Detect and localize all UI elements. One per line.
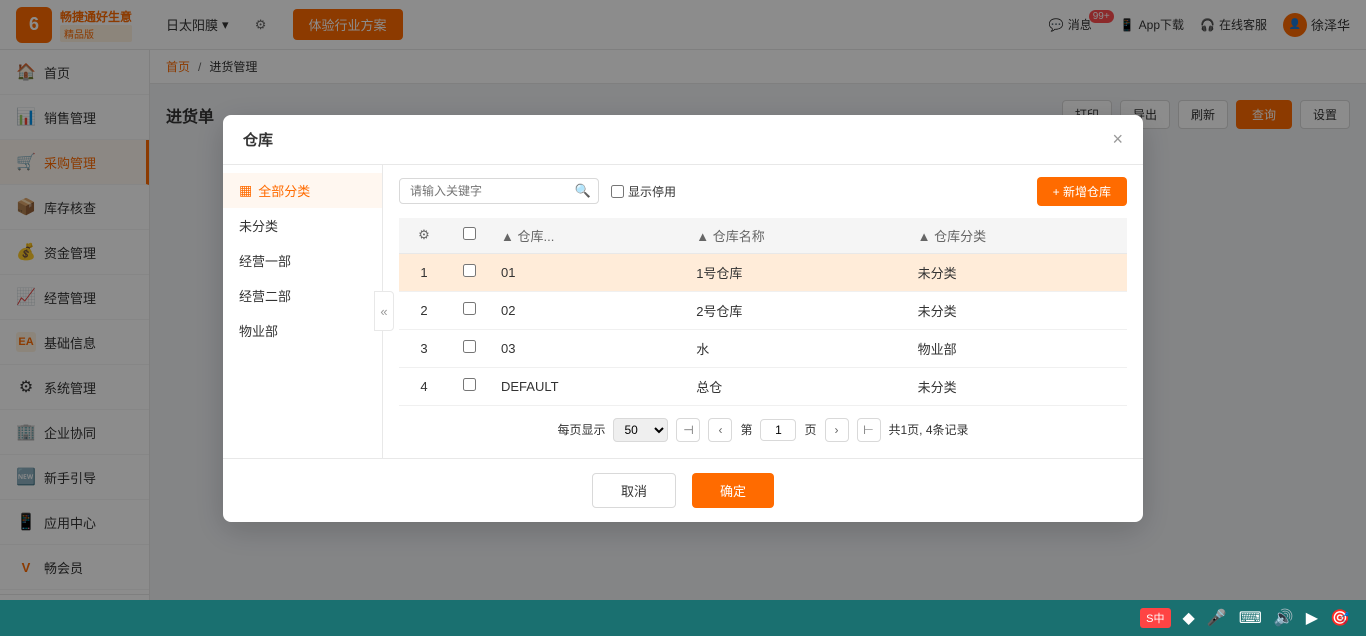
- row-name-1: 1号仓库: [684, 253, 905, 291]
- settings-col-icon[interactable]: ⚙: [418, 227, 430, 242]
- col-check: [449, 218, 489, 254]
- search-bar: 🔍 显示停用 + 新增仓库: [399, 177, 1127, 206]
- category-all[interactable]: ▦ 全部分类: [223, 173, 382, 208]
- total-info: 共1页, 4条记录: [889, 421, 969, 438]
- add-warehouse-button[interactable]: + 新增仓库: [1037, 177, 1127, 206]
- show-disabled-checkbox[interactable]: [611, 185, 624, 198]
- play-icon[interactable]: ▶: [1306, 608, 1318, 628]
- category-dept1[interactable]: 经营一部: [223, 243, 382, 278]
- category-panel: ▦ 全部分类 未分类 经营一部 经营二部 物业部 «: [223, 165, 383, 458]
- content-panel: 🔍 显示停用 + 新增仓库 ⚙: [383, 165, 1143, 458]
- row-check-2[interactable]: [449, 291, 489, 329]
- prev-page-button[interactable]: ‹: [708, 418, 732, 442]
- next-page-button[interactable]: ›: [825, 418, 849, 442]
- row-name-4: 总仓: [684, 367, 905, 405]
- row-name-2: 2号仓库: [684, 291, 905, 329]
- modal-footer: 取消 确定: [223, 458, 1143, 522]
- modal-header: 仓库 ×: [223, 115, 1143, 165]
- col-category: ▲ 仓库分类: [906, 218, 1127, 254]
- warehouse-modal: 仓库 × ▦ 全部分类 未分类 经营一部 经营二部: [223, 115, 1143, 522]
- col-name: ▲ 仓库名称: [684, 218, 905, 254]
- s-icon[interactable]: S中: [1140, 608, 1170, 628]
- table-container: ⚙ ▲ 仓库... ▲ 仓库名称: [399, 218, 1127, 406]
- target-icon[interactable]: 🎯: [1330, 608, 1350, 628]
- diamond-icon[interactable]: ◆: [1183, 608, 1195, 628]
- row-category-4: 未分类: [906, 367, 1127, 405]
- row-code-4: DEFAULT: [489, 367, 684, 405]
- row-check-1[interactable]: [449, 253, 489, 291]
- row-settings-1: 1: [399, 253, 449, 291]
- row-name-3: 水: [684, 329, 905, 367]
- modal-close-button[interactable]: ×: [1112, 130, 1123, 148]
- row-check-4[interactable]: [449, 367, 489, 405]
- modal-body: ▦ 全部分类 未分类 经营一部 经营二部 物业部 «: [223, 165, 1143, 458]
- row-category-1: 未分类: [906, 253, 1127, 291]
- table-row[interactable]: 1 01 1号仓库 未分类: [399, 253, 1127, 291]
- row-settings-2: 2: [399, 291, 449, 329]
- row-code-2: 02: [489, 291, 684, 329]
- search-icon[interactable]: 🔍: [575, 183, 591, 199]
- show-disabled-label[interactable]: 显示停用: [611, 183, 676, 200]
- grid-icon: ▦: [239, 182, 252, 199]
- row-code-3: 03: [489, 329, 684, 367]
- category-dept2[interactable]: 经营二部: [223, 278, 382, 313]
- table-row[interactable]: 2 02 2号仓库 未分类: [399, 291, 1127, 329]
- warehouse-table: ⚙ ▲ 仓库... ▲ 仓库名称: [399, 218, 1127, 406]
- row-settings-4: 4: [399, 367, 449, 405]
- page-input[interactable]: [760, 419, 796, 441]
- mic-icon[interactable]: 🎤: [1207, 608, 1227, 628]
- cancel-button[interactable]: 取消: [592, 473, 676, 508]
- modal-overlay: 仓库 × ▦ 全部分类 未分类 经营一部 经营二部: [0, 0, 1366, 636]
- select-all-checkbox[interactable]: [463, 227, 476, 240]
- bottom-bar: S中 ◆ 🎤 ⌨ 🔊 ▶ 🎯: [0, 600, 1366, 636]
- row-settings-3: 3: [399, 329, 449, 367]
- search-input[interactable]: [399, 178, 599, 204]
- category-collapse-button[interactable]: «: [374, 291, 394, 331]
- category-unclassified[interactable]: 未分类: [223, 208, 382, 243]
- pagination: 每页显示 50 20 100 ⊣ ‹ 第 页 › ⊢ 共1页, 4条记录: [399, 406, 1127, 446]
- table-header: ⚙ ▲ 仓库... ▲ 仓库名称: [399, 218, 1127, 254]
- col-code: ▲ 仓库...: [489, 218, 684, 254]
- first-page-button[interactable]: ⊣: [676, 418, 700, 442]
- row-category-3: 物业部: [906, 329, 1127, 367]
- table-row[interactable]: 3 03 水 物业部: [399, 329, 1127, 367]
- table-body: 1 01 1号仓库 未分类 2 02 2号仓库: [399, 253, 1127, 405]
- speaker-bottom-icon[interactable]: 🔊: [1274, 608, 1294, 628]
- page-size-select[interactable]: 50 20 100: [613, 418, 668, 442]
- row-code-1: 01: [489, 253, 684, 291]
- table-row[interactable]: 4 DEFAULT 总仓 未分类: [399, 367, 1127, 405]
- confirm-button[interactable]: 确定: [692, 473, 774, 508]
- category-property[interactable]: 物业部: [223, 313, 382, 348]
- modal-title: 仓库: [243, 129, 273, 150]
- col-settings: ⚙: [399, 218, 449, 254]
- last-page-button[interactable]: ⊢: [857, 418, 881, 442]
- keyboard-icon[interactable]: ⌨: [1239, 608, 1262, 628]
- row-category-2: 未分类: [906, 291, 1127, 329]
- row-check-3[interactable]: [449, 329, 489, 367]
- search-input-wrap: 🔍: [399, 178, 599, 204]
